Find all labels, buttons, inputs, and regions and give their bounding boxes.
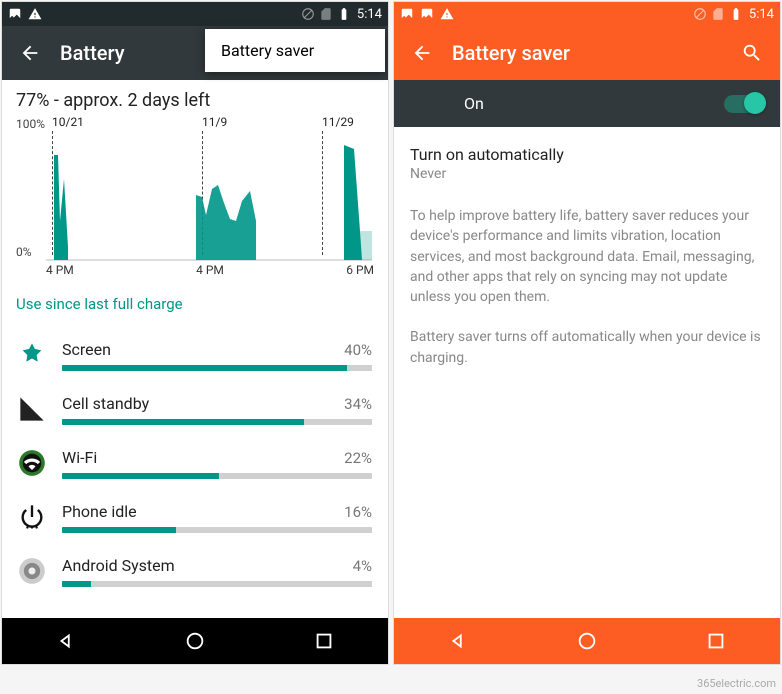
chart-svg (46, 131, 372, 261)
search-button[interactable] (728, 29, 776, 77)
watermark: 365electric.com (697, 677, 776, 690)
list-item[interactable]: Phone idle 16% (2, 489, 388, 543)
android-icon (16, 555, 48, 587)
navigation-bar (394, 618, 780, 664)
picture-icon (420, 7, 434, 21)
saver-toggle-row[interactable]: On (394, 80, 780, 127)
page-title: Battery (54, 41, 124, 65)
battery-summary: 77% - approx. 2 days left (2, 80, 388, 115)
row-label: Cell standby (62, 394, 149, 413)
date-marker: 11/29 (322, 115, 354, 129)
row-percent: 4% (353, 557, 372, 575)
nav-recent[interactable] (686, 621, 746, 661)
status-bar: 5:14 (2, 2, 388, 26)
usage-list: Screen 40% Cell standby 34% Wi-Fi 22% Phone id… (2, 327, 388, 597)
sim-icon (711, 7, 725, 21)
y-axis-label: 0% (16, 245, 32, 259)
row-label: Phone idle (62, 502, 137, 521)
usage-bar (62, 473, 372, 479)
list-item[interactable]: Cell standby 34% (2, 381, 388, 435)
nav-home[interactable] (165, 621, 225, 661)
wifi-icon (16, 447, 48, 479)
back-button[interactable] (6, 29, 54, 77)
list-item[interactable]: Android System 4% (2, 543, 388, 597)
power-icon (16, 501, 48, 533)
row-label: Android System (62, 556, 175, 575)
row-label: Screen (62, 340, 111, 359)
nav-recent[interactable] (294, 621, 354, 661)
battery-icon (337, 7, 351, 21)
no-signal-icon (693, 7, 707, 21)
list-item[interactable]: Wi-Fi 22% (2, 435, 388, 489)
usage-bar (62, 365, 372, 371)
warning-icon (28, 7, 42, 21)
date-marker: 10/21 (52, 115, 84, 129)
row-percent: 22% (344, 449, 372, 467)
row-percent: 40% (344, 341, 372, 359)
on-label: On (464, 94, 484, 113)
nav-home[interactable] (557, 621, 617, 661)
screen-battery: 5:14 Battery Battery saver 77% - approx.… (1, 1, 389, 665)
status-clock: 5:14 (747, 7, 774, 22)
page-title: Battery saver (446, 41, 570, 65)
section-title[interactable]: Turn on automatically (394, 127, 780, 166)
no-signal-icon (301, 7, 315, 21)
y-axis-label: 100% (16, 117, 45, 131)
nav-back[interactable] (428, 621, 488, 661)
picture-icon (400, 7, 414, 21)
app-bar: Battery saver (394, 26, 780, 80)
signal-icon (16, 393, 48, 425)
section-subtitle: Never (394, 166, 780, 196)
warning-icon (440, 7, 454, 21)
row-percent: 16% (344, 503, 372, 521)
status-clock: 5:14 (355, 7, 382, 22)
battery-chart[interactable]: 100% 0% 10/21 11/9 11/29 4 PM 4 PM 6 PM (2, 115, 388, 285)
x-axis: 4 PM 4 PM 6 PM (46, 263, 374, 281)
toggle-switch[interactable] (724, 95, 764, 113)
help-text: Battery saver turns off automatically wh… (394, 317, 780, 378)
list-item[interactable]: Screen 40% (2, 327, 388, 381)
navigation-bar (2, 618, 388, 664)
row-percent: 34% (344, 395, 372, 413)
battery-icon (729, 7, 743, 21)
brightness-icon (16, 339, 48, 371)
status-bar: 5:14 (394, 2, 780, 26)
help-text: To help improve battery life, battery sa… (394, 196, 780, 317)
nav-back[interactable] (36, 621, 96, 661)
app-bar: Battery Battery saver (2, 26, 388, 80)
usage-bar (62, 419, 372, 425)
back-button[interactable] (398, 29, 446, 77)
screen-battery-saver: 5:14 Battery saver On Turn on automatica… (393, 1, 781, 665)
usage-link[interactable]: Use since last full charge (2, 285, 388, 327)
overflow-menu-item[interactable]: Battery saver (205, 29, 385, 72)
sim-icon (319, 7, 333, 21)
picture-icon (8, 7, 22, 21)
date-marker: 11/9 (202, 115, 227, 129)
usage-bar (62, 581, 372, 587)
row-label: Wi-Fi (62, 448, 97, 467)
usage-bar (62, 527, 372, 533)
